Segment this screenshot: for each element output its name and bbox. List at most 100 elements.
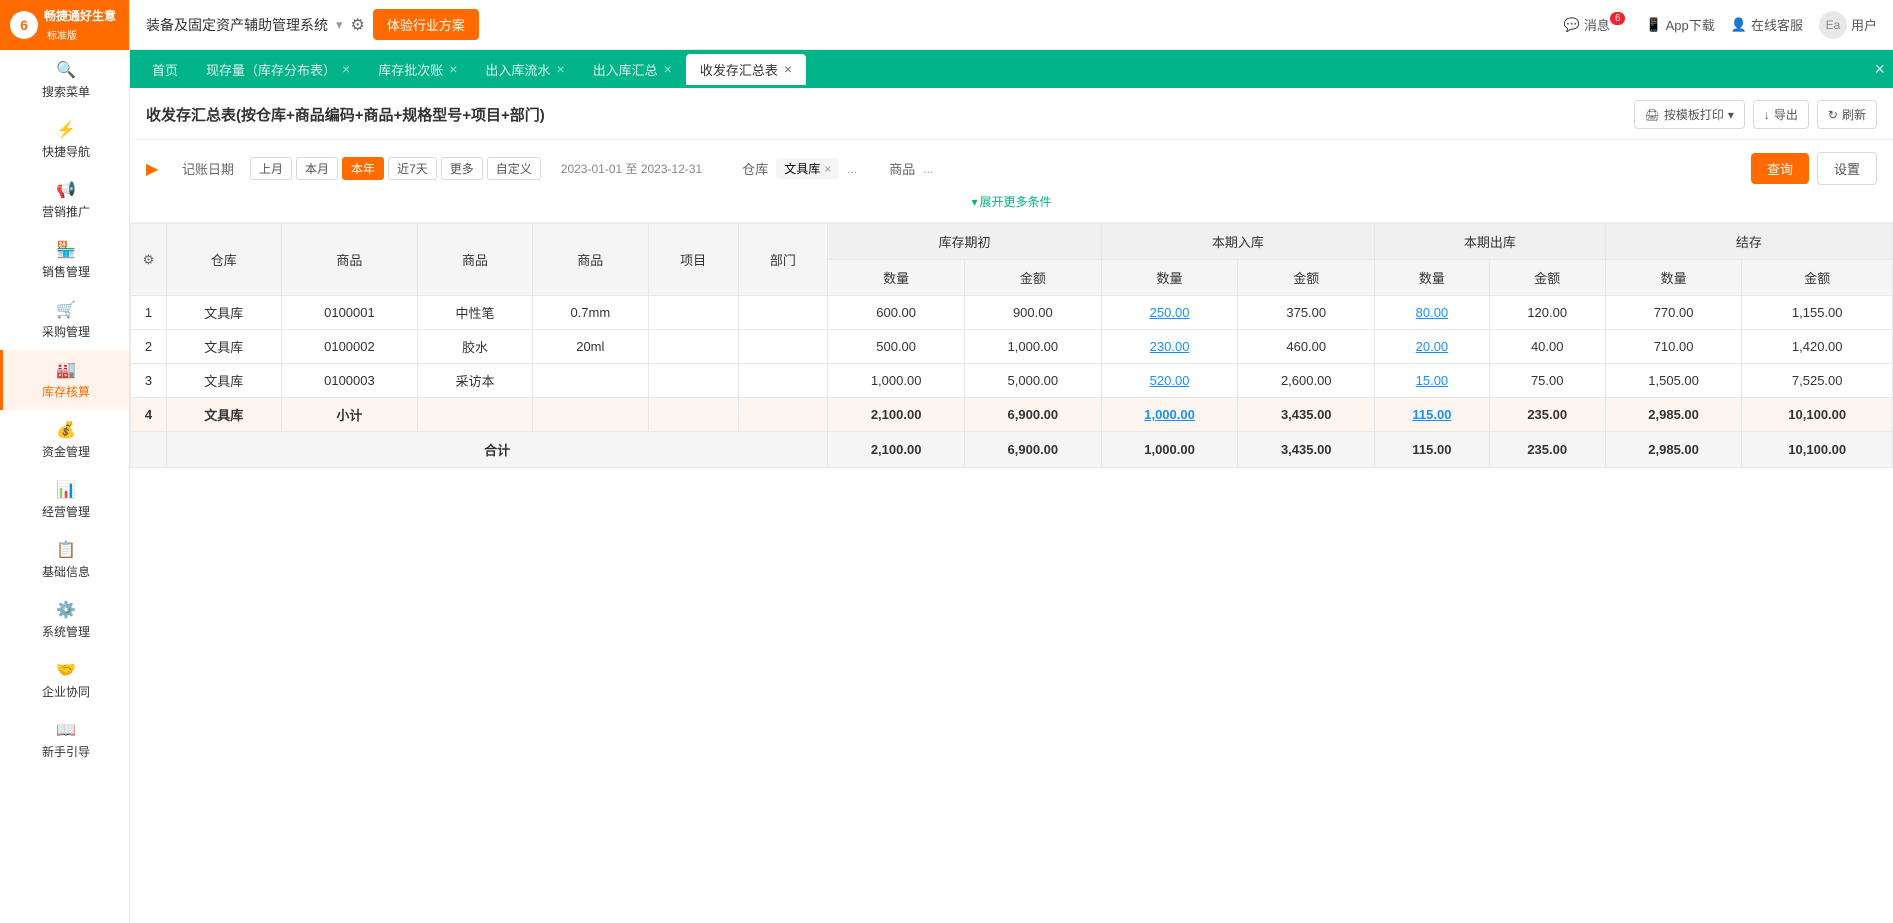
filter-toggle-icon[interactable]: ▶ — [146, 159, 166, 179]
sidebar-item-system[interactable]: ⚙️ 系统管理 — [0, 590, 129, 650]
sidebar-item-purchase[interactable]: 🛒 采购管理 — [0, 290, 129, 350]
header-dropdown-icon[interactable]: ▾ — [336, 17, 343, 33]
sidebar-tag: 标准版 — [44, 26, 80, 43]
marketing-icon: 📢 — [56, 180, 76, 200]
sidebar-item-sales[interactable]: 🏪 销售管理 — [0, 230, 129, 290]
sidebar-item-quick[interactable]: ⚡ 快捷导航 — [0, 110, 129, 170]
row3-in-amt: 2,600.00 — [1238, 364, 1375, 398]
closing-amt-header: 金额 — [1742, 260, 1893, 296]
sidebar-item-marketing[interactable]: 📢 营销推广 — [0, 170, 129, 230]
tab-home[interactable]: 首页 — [138, 54, 192, 85]
tab-inout-flow[interactable]: 出入库流水 × — [471, 54, 578, 85]
project-column-header: 项目 — [648, 224, 738, 296]
experience-button[interactable]: 体验行业方案 — [373, 9, 479, 40]
subtotal-name — [418, 398, 533, 432]
tab-close-inout-flow[interactable]: × — [556, 62, 564, 76]
row2-in-qty: 230.00 — [1101, 330, 1238, 364]
date-btn-this-year[interactable]: 本年 — [342, 157, 384, 180]
page-title: 收发存汇总表(按仓库+商品编码+商品+规格型号+项目+部门) — [146, 104, 545, 135]
warehouse-tag: 文具库 × — [776, 158, 839, 179]
subtotal-close-amt: 10,100.00 — [1742, 398, 1893, 432]
user-item[interactable]: Ea 用户 — [1819, 11, 1877, 39]
refresh-button[interactable]: ↻ 刷新 — [1817, 100, 1877, 129]
row2-code: 0100002 — [281, 330, 418, 364]
row2-open-qty: 500.00 — [828, 330, 965, 364]
tabs-close-all-button[interactable]: × — [1874, 59, 1885, 80]
tab-collect-summary[interactable]: 收发存汇总表 × — [686, 54, 806, 85]
sidebar-item-enterprise[interactable]: 🤝 企业协同 — [0, 650, 129, 710]
sidebar-item-inventory[interactable]: 🏭 库存核算 — [0, 350, 129, 410]
tab-batch[interactable]: 库存批次账 × — [364, 54, 471, 85]
row2-open-amt: 1,000.00 — [964, 330, 1101, 364]
basic-icon: 📋 — [56, 540, 76, 560]
sidebar-item-newbie[interactable]: 📖 新手引导 — [0, 710, 129, 770]
lightning-icon: ⚡ — [56, 120, 76, 140]
row1-in-amt: 375.00 — [1238, 296, 1375, 330]
expand-conditions-button[interactable]: ▾ 展开更多条件 — [971, 193, 1051, 210]
row3-close-qty: 1,505.00 — [1605, 364, 1742, 398]
tab-close-batch[interactable]: × — [449, 62, 457, 76]
row3-no: 3 — [131, 364, 167, 398]
row2-in-amt: 460.00 — [1238, 330, 1375, 364]
tab-current-inventory[interactable]: 现存量（库存分布表） × — [192, 54, 364, 85]
row1-warehouse: 文具库 — [167, 296, 282, 330]
sidebar-item-search[interactable]: 🔍 搜索菜单 — [0, 50, 129, 110]
tabs-bar: 首页 现存量（库存分布表） × 库存批次账 × 出入库流水 × 出入库汇总 × … — [130, 50, 1893, 88]
outbound-amt-header: 金额 — [1489, 260, 1605, 296]
sidebar-item-operations[interactable]: 📊 经营管理 — [0, 470, 129, 530]
search-icon: 🔍 — [56, 60, 76, 80]
filter-area: ▶ 记账日期 上月 本月 本年 近7天 更多 自定义 2023-01-01 至 … — [130, 140, 1893, 223]
subtotal-row: 4 文具库 小计 2,100.00 6,900.00 1,000.00 3,43… — [131, 398, 1893, 432]
footer-open-amt: 6,900.00 — [964, 432, 1101, 468]
subtotal-label: 小计 — [281, 398, 418, 432]
date-btn-7days[interactable]: 近7天 — [388, 157, 437, 180]
newbie-icon: 📖 — [56, 720, 76, 740]
row1-close-qty: 770.00 — [1605, 296, 1742, 330]
message-item[interactable]: 💬 消息 6 — [1564, 15, 1630, 34]
subtotal-in-qty: 1,000.00 — [1101, 398, 1238, 432]
avatar: Ea — [1819, 11, 1847, 39]
print-button[interactable]: 🖨 按模板打印 ▾ — [1634, 100, 1745, 129]
footer-in-amt: 3,435.00 — [1238, 432, 1375, 468]
export-button[interactable]: ↓ 导出 — [1753, 100, 1809, 129]
settings-button[interactable]: 设置 — [1817, 152, 1877, 185]
tab-close-current-inventory[interactable]: × — [342, 62, 350, 76]
row2-close-amt: 1,420.00 — [1742, 330, 1893, 364]
tab-close-collect-summary[interactable]: × — [784, 62, 792, 76]
spec-column-header: 商品 — [532, 224, 648, 296]
filter-row-expand: ▾ 展开更多条件 — [146, 193, 1877, 210]
row3-open-amt: 5,000.00 — [964, 364, 1101, 398]
warehouse-more[interactable]: ... — [847, 162, 857, 176]
row1-code: 0100001 — [281, 296, 418, 330]
row1-name: 中性笔 — [418, 296, 533, 330]
app-download-item[interactable]: 📱 App下载 — [1645, 15, 1714, 34]
sidebar-item-finance[interactable]: 💰 资金管理 — [0, 410, 129, 470]
finance-icon: 💰 — [56, 420, 76, 440]
content-panel: 收发存汇总表(按仓库+商品编码+商品+规格型号+项目+部门) 🖨 按模板打印 ▾… — [130, 88, 1893, 923]
date-btn-this-month[interactable]: 本月 — [296, 157, 338, 180]
tab-close-inout-summary[interactable]: × — [664, 62, 672, 76]
date-btn-last-month[interactable]: 上月 — [250, 157, 292, 180]
expand-icon: ▾ — [971, 195, 977, 209]
goods-more[interactable]: ... — [923, 162, 933, 176]
sidebar-item-basic[interactable]: 📋 基础信息 — [0, 530, 129, 590]
dept-column-header: 部门 — [738, 224, 828, 296]
goods-filter: 商品 ... — [889, 159, 933, 178]
row1-spec: 0.7mm — [532, 296, 648, 330]
subtotal-project — [648, 398, 738, 432]
header-settings-icon[interactable]: ⚙ — [351, 15, 365, 35]
table-settings-icon[interactable]: ⚙ — [143, 252, 155, 267]
row1-close-amt: 1,155.00 — [1742, 296, 1893, 330]
footer-out-qty: 115.00 — [1375, 432, 1490, 468]
subtotal-warehouse: 文具库 — [167, 398, 282, 432]
row2-spec: 20ml — [532, 330, 648, 364]
tab-inout-summary[interactable]: 出入库汇总 × — [579, 54, 686, 85]
top-header: 装备及固定资产辅助管理系统 ▾ ⚙ 体验行业方案 💬 消息 6 📱 App下载 … — [130, 0, 1893, 50]
online-service-item[interactable]: 👤 在线客服 — [1731, 15, 1803, 34]
footer-label: 合计 — [167, 432, 828, 468]
outbound-group-header: 本期出库 — [1375, 224, 1606, 260]
query-button[interactable]: 查询 — [1751, 153, 1809, 184]
date-btn-custom[interactable]: 自定义 — [487, 157, 541, 180]
date-btn-more[interactable]: 更多 — [441, 157, 483, 180]
warehouse-tag-close[interactable]: × — [824, 162, 831, 176]
